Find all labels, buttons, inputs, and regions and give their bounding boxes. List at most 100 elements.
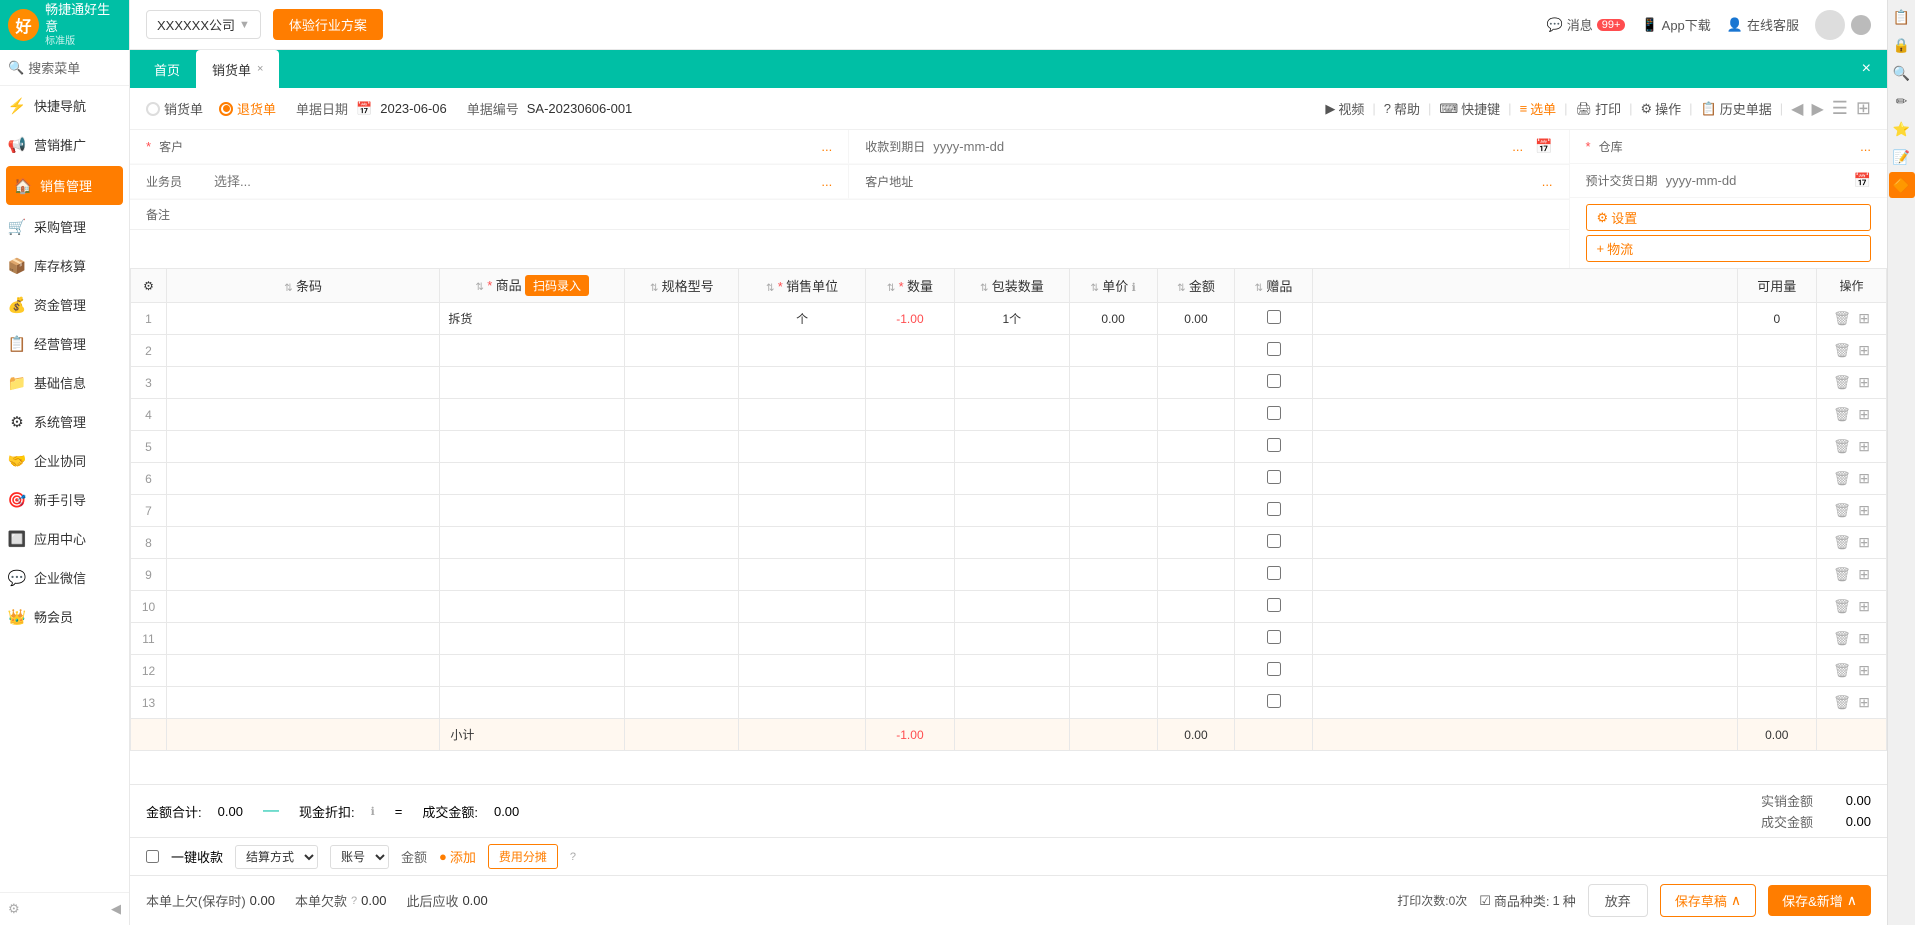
- add-payment-btn[interactable]: ● 添加: [439, 847, 476, 866]
- delete-row-btn[interactable]: 🗑: [1831, 596, 1853, 617]
- delete-row-btn[interactable]: 🗑: [1831, 372, 1853, 393]
- payment-date-input[interactable]: [933, 139, 1504, 154]
- print-btn[interactable]: 🖨 打印: [1576, 99, 1622, 118]
- app-download-btn[interactable]: 📱 App下载: [1641, 15, 1710, 34]
- nav-prev-btn[interactable]: ◀: [1791, 99, 1803, 119]
- save-draft-btn[interactable]: 保存草稿 ∧: [1660, 884, 1756, 917]
- logistics-btn[interactable]: + 物流: [1586, 235, 1871, 262]
- history-btn[interactable]: 📋 历史单据: [1701, 99, 1772, 118]
- delete-row-btn[interactable]: 🗑: [1831, 692, 1853, 713]
- sidebar-item-sales[interactable]: 🏠 销售管理: [6, 166, 123, 205]
- delete-row-btn[interactable]: 🗑: [1831, 340, 1853, 361]
- sort-qty-icon[interactable]: ⇅: [887, 283, 895, 294]
- sidebar-item-enterprise[interactable]: 🤝 企业协同: [0, 441, 129, 480]
- sidebar-search[interactable]: 🔍 搜索菜单: [0, 50, 129, 86]
- debt-help-icon[interactable]: ?: [351, 895, 357, 907]
- operate-btn[interactable]: ⚙ 操作: [1640, 99, 1681, 118]
- view-grid-btn[interactable]: ⊞: [1856, 98, 1871, 119]
- right-tool-lock[interactable]: 🔒: [1889, 32, 1915, 58]
- remarks-input[interactable]: [214, 207, 1553, 222]
- help-btn[interactable]: ? 帮助: [1384, 99, 1420, 118]
- copy-row-btn[interactable]: ⊞: [1856, 628, 1872, 649]
- sort-goods-icon[interactable]: ⇅: [475, 282, 483, 293]
- copy-row-btn[interactable]: ⊞: [1856, 596, 1872, 617]
- right-tool-star[interactable]: ⭐: [1889, 116, 1915, 142]
- copy-row-btn[interactable]: ⊞: [1856, 500, 1872, 521]
- expense-help-icon[interactable]: ?: [570, 851, 576, 863]
- delete-row-btn[interactable]: 🗑: [1831, 468, 1853, 489]
- sidebar-item-inventory[interactable]: 📦 库存核算: [0, 246, 129, 285]
- delete-row-btn[interactable]: 🗑: [1831, 564, 1853, 585]
- copy-row-btn[interactable]: ⊞: [1856, 660, 1872, 681]
- payment-date-dots-btn[interactable]: ...: [1512, 139, 1523, 154]
- nav-next-btn[interactable]: ▶: [1811, 99, 1823, 119]
- expense-split-btn[interactable]: 费用分摊: [488, 844, 558, 869]
- sidebar-item-member[interactable]: 👑 畅会员: [0, 597, 129, 636]
- right-tool-edit[interactable]: ✏: [1889, 88, 1915, 114]
- salesperson-dots-btn[interactable]: ...: [821, 174, 832, 189]
- delete-row-btn[interactable]: 🗑: [1831, 532, 1853, 553]
- online-service-btn[interactable]: 👤 在线客服: [1727, 15, 1799, 34]
- sort-price-icon[interactable]: ⇅: [1090, 283, 1098, 294]
- salesperson-input[interactable]: [214, 174, 813, 189]
- tab-close-icon[interactable]: ×: [257, 63, 263, 75]
- message-btn[interactable]: 💬 消息 99+: [1547, 15, 1626, 34]
- one-click-pay-checkbox[interactable]: [146, 850, 159, 863]
- sort-amount-icon[interactable]: ⇅: [1177, 283, 1185, 294]
- sidebar-item-guide[interactable]: 🎯 新手引导: [0, 480, 129, 519]
- copy-row-btn[interactable]: ⊞: [1856, 468, 1872, 489]
- abandon-btn[interactable]: 放弃: [1588, 884, 1648, 917]
- sidebar-item-basic[interactable]: 📁 基础信息: [0, 363, 129, 402]
- avatar[interactable]: [1815, 10, 1845, 40]
- payment-account-select[interactable]: 账号: [330, 845, 389, 869]
- payment-method-select[interactable]: 结算方式: [235, 845, 318, 869]
- sort-unit-icon[interactable]: ⇅: [766, 283, 774, 294]
- warehouse-dots-btn[interactable]: ...: [1860, 139, 1871, 154]
- sidebar-item-operations[interactable]: 📋 经营管理: [0, 324, 129, 363]
- copy-row-btn[interactable]: ⊞: [1856, 372, 1872, 393]
- th-gear[interactable]: ⚙: [131, 269, 167, 303]
- copy-row-btn[interactable]: ⊞: [1856, 404, 1872, 425]
- delete-row-btn[interactable]: 🗑: [1831, 500, 1853, 521]
- tabbar-close-icon[interactable]: ×: [1854, 60, 1879, 78]
- address-dots-btn[interactable]: ...: [1542, 174, 1553, 189]
- video-btn[interactable]: ▶ 视频: [1325, 99, 1364, 118]
- tab-home[interactable]: 首页: [138, 50, 196, 88]
- delete-row-btn[interactable]: 🗑: [1831, 660, 1853, 681]
- radio-sales[interactable]: 销货单: [146, 99, 203, 118]
- copy-row-btn[interactable]: ⊞: [1856, 564, 1872, 585]
- warehouse-input[interactable]: 建材仓: [1667, 139, 1853, 154]
- delete-row-btn[interactable]: 🗑: [1831, 404, 1853, 425]
- customer-dots-btn[interactable]: ...: [821, 139, 832, 154]
- shortcut-btn[interactable]: ⌨ 快捷键: [1439, 99, 1500, 118]
- sort-packqty-icon[interactable]: ⇅: [980, 283, 988, 294]
- copy-row-btn[interactable]: ⊞: [1856, 436, 1872, 457]
- sort-barcode-icon[interactable]: ⇅: [284, 283, 292, 294]
- select-btn[interactable]: ≡ 选单: [1520, 99, 1557, 118]
- right-tool-zoom[interactable]: 🔍: [1889, 60, 1915, 86]
- calendar-expected-icon[interactable]: 📅: [1854, 172, 1871, 189]
- sidebar-item-marketing[interactable]: 📢 营销推广: [0, 125, 129, 164]
- sidebar-item-purchase[interactable]: 🛒 采购管理: [0, 207, 129, 246]
- tab-sales[interactable]: 销货单 ×: [196, 50, 279, 88]
- radio-return[interactable]: 退货单: [219, 99, 276, 118]
- right-tool-alert[interactable]: 🔶: [1889, 172, 1915, 198]
- save-new-btn[interactable]: 保存&新增 ∧: [1768, 885, 1871, 916]
- sidebar-item-quicknav[interactable]: ⚡ 快捷导航: [0, 86, 129, 125]
- scan-btn[interactable]: 扫码录入: [525, 275, 589, 296]
- sort-spec-icon[interactable]: ⇅: [650, 283, 658, 294]
- copy-row-btn[interactable]: ⊞: [1856, 340, 1872, 361]
- copy-row-btn[interactable]: ⊞: [1856, 692, 1872, 713]
- sidebar-item-finance[interactable]: 💰 资金管理: [0, 285, 129, 324]
- right-tool-doc[interactable]: 📋: [1889, 4, 1915, 30]
- sidebar-item-appstore[interactable]: 🔲 应用中心: [0, 519, 129, 558]
- settings-btn[interactable]: ⚙ 设置: [1586, 204, 1871, 231]
- experience-btn[interactable]: 体验行业方案: [273, 9, 383, 40]
- sort-gift-icon[interactable]: ⇅: [1255, 283, 1263, 294]
- collapse-icon[interactable]: ◀: [111, 901, 121, 917]
- right-tool-note[interactable]: 📝: [1889, 144, 1915, 170]
- settings-bottom-icon[interactable]: ⚙: [8, 901, 20, 917]
- copy-row-btn[interactable]: ⊞: [1856, 308, 1872, 329]
- sidebar-item-system[interactable]: ⚙ 系统管理: [0, 402, 129, 441]
- copy-row-btn[interactable]: ⊞: [1856, 532, 1872, 553]
